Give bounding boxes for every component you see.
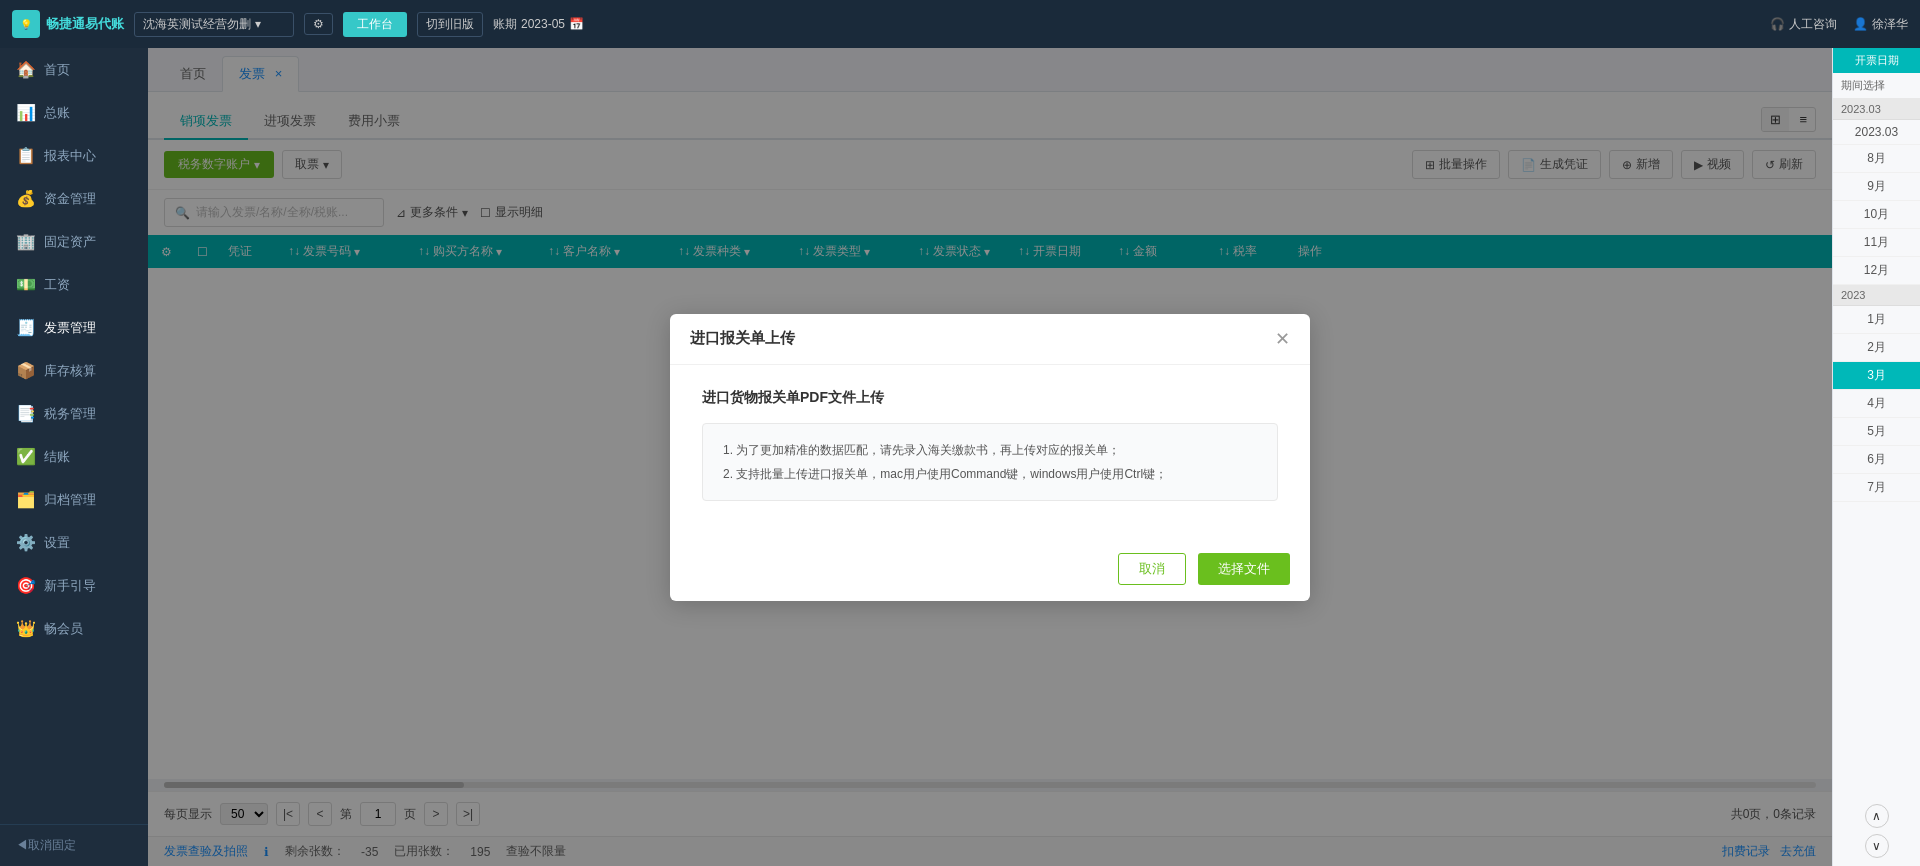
period-section-2023-prev: 2023.03 — [1833, 99, 1920, 120]
period-item-2023-03[interactable]: 2023.03 — [1833, 120, 1920, 145]
checkout-icon: ✅ — [16, 447, 36, 466]
period-item-4[interactable]: 4月 — [1833, 390, 1920, 418]
calendar-icon[interactable]: 📅 — [569, 17, 584, 31]
sidebar-item-funds[interactable]: 💰 资金管理 — [0, 177, 148, 220]
modal-info-item-2: 2. 支持批量上传进口报关单，mac用户使用Command键，windows用户… — [723, 462, 1257, 486]
modal-info-item-1: 1. 为了更加精准的数据匹配，请先录入海关缴款书，再上传对应的报关单； — [723, 438, 1257, 462]
period-item-10[interactable]: 10月 — [1833, 201, 1920, 229]
sidebar-item-invoice[interactable]: 🧾 发票管理 — [0, 306, 148, 349]
open-date-btn[interactable]: 开票日期 — [1833, 48, 1920, 73]
modal-footer: 取消 选择文件 — [670, 541, 1310, 601]
period-panel-header: 期间选择 — [1833, 73, 1920, 99]
salary-icon: 💵 — [16, 275, 36, 294]
scroll-down-btn[interactable]: ∨ — [1865, 834, 1889, 858]
logo-icon: 💡 — [12, 10, 40, 38]
sidebar-item-checkout[interactable]: ✅ 结账 — [0, 435, 148, 478]
period-item-6[interactable]: 6月 — [1833, 446, 1920, 474]
period-item-3-active[interactable]: 3月 — [1833, 362, 1920, 390]
sidebar-item-settings[interactable]: ⚙️ 设置 — [0, 521, 148, 564]
member-icon: 👑 — [16, 619, 36, 638]
period-item-1[interactable]: 1月 — [1833, 306, 1920, 334]
headset-icon: 🎧 — [1770, 17, 1785, 31]
period-panel: 开票日期 期间选择 2023.03 2023.03 8月 9月 10月 11月 … — [1832, 48, 1920, 866]
modal-section-title: 进口货物报关单PDF文件上传 — [702, 389, 1278, 407]
modal-import-customs: 进口报关单上传 ✕ 进口货物报关单PDF文件上传 1. 为了更加精准的数据匹配，… — [670, 314, 1310, 601]
sidebar-item-reports[interactable]: 📋 报表中心 — [0, 134, 148, 177]
modal-cancel-btn[interactable]: 取消 — [1118, 553, 1186, 585]
invoice-icon: 🧾 — [16, 318, 36, 337]
sidebar-item-inventory[interactable]: 📦 库存核算 — [0, 349, 148, 392]
period-item-11[interactable]: 11月 — [1833, 229, 1920, 257]
period-item-5[interactable]: 5月 — [1833, 418, 1920, 446]
funds-icon: 💰 — [16, 189, 36, 208]
scroll-up-btn[interactable]: ∧ — [1865, 804, 1889, 828]
user-icon: 👤 — [1853, 17, 1868, 31]
period-item-2[interactable]: 2月 — [1833, 334, 1920, 362]
modal-body: 进口货物报关单PDF文件上传 1. 为了更加精准的数据匹配，请先录入海关缴款书，… — [670, 365, 1310, 541]
switch-old-btn[interactable]: 切到旧版 — [417, 12, 483, 37]
period-item-12[interactable]: 12月 — [1833, 257, 1920, 285]
modal-close-btn[interactable]: ✕ — [1275, 328, 1290, 350]
user-profile[interactable]: 👤 徐泽华 — [1853, 16, 1908, 33]
modal-info-box: 1. 为了更加精准的数据匹配，请先录入海关缴款书，再上传对应的报关单； 2. 支… — [702, 423, 1278, 501]
archive-icon: 🗂️ — [16, 490, 36, 509]
sidebar-item-tax[interactable]: 📑 税务管理 — [0, 392, 148, 435]
content-area: 首页 发票 × 销项发票 进项发票 费用小票 ⊞ ≡ — [148, 48, 1832, 866]
period-info: 账期 2023-05 📅 — [493, 16, 584, 33]
period-item-8[interactable]: 8月 — [1833, 145, 1920, 173]
sidebar-item-ledger[interactable]: 📊 总账 — [0, 91, 148, 134]
sidebar-item-guide[interactable]: 🎯 新手引导 — [0, 564, 148, 607]
sidebar-item-salary[interactable]: 💵 工资 — [0, 263, 148, 306]
company-selector[interactable]: 沈海英测试经营勿删 ▾ — [134, 12, 294, 37]
sidebar-item-assets[interactable]: 🏢 固定资产 — [0, 220, 148, 263]
modal-select-file-btn[interactable]: 选择文件 — [1198, 553, 1290, 585]
modal-title: 进口报关单上传 — [690, 329, 795, 348]
company-settings-btn[interactable]: ⚙ — [304, 13, 333, 35]
sidebar-item-home[interactable]: 🏠 首页 — [0, 48, 148, 91]
reports-icon: 📋 — [16, 146, 36, 165]
sidebar: 🏠 首页 📊 总账 📋 报表中心 💰 资金管理 🏢 固定资产 💵 工资 — [0, 48, 148, 866]
home-icon: 🏠 — [16, 60, 36, 79]
unpin-btn[interactable]: ◀取消固定 — [0, 824, 148, 866]
inventory-icon: 📦 — [16, 361, 36, 380]
guide-icon: 🎯 — [16, 576, 36, 595]
settings-icon: ⚙️ — [16, 533, 36, 552]
ledger-icon: 📊 — [16, 103, 36, 122]
sidebar-item-member[interactable]: 👑 畅会员 — [0, 607, 148, 650]
period-item-9[interactable]: 9月 — [1833, 173, 1920, 201]
app-logo: 💡 畅捷通易代账 — [12, 10, 124, 38]
chevron-down-icon: ▾ — [255, 17, 261, 31]
panel-controls: ∧ ∨ — [1833, 796, 1920, 866]
workspace-btn[interactable]: 工作台 — [343, 12, 407, 37]
service-btn[interactable]: 🎧 人工咨询 — [1770, 16, 1837, 33]
period-item-7[interactable]: 7月 — [1833, 474, 1920, 502]
modal-overlay: 进口报关单上传 ✕ 进口货物报关单PDF文件上传 1. 为了更加精准的数据匹配，… — [148, 48, 1832, 866]
top-right-area: 🎧 人工咨询 👤 徐泽华 — [1770, 16, 1908, 33]
modal-header: 进口报关单上传 ✕ — [670, 314, 1310, 365]
tax-icon: 📑 — [16, 404, 36, 423]
assets-icon: 🏢 — [16, 232, 36, 251]
top-bar: 💡 畅捷通易代账 沈海英测试经营勿删 ▾ ⚙ 工作台 切到旧版 账期 2023-… — [0, 0, 1920, 48]
sidebar-item-archive[interactable]: 🗂️ 归档管理 — [0, 478, 148, 521]
period-section-2023: 2023 — [1833, 285, 1920, 306]
